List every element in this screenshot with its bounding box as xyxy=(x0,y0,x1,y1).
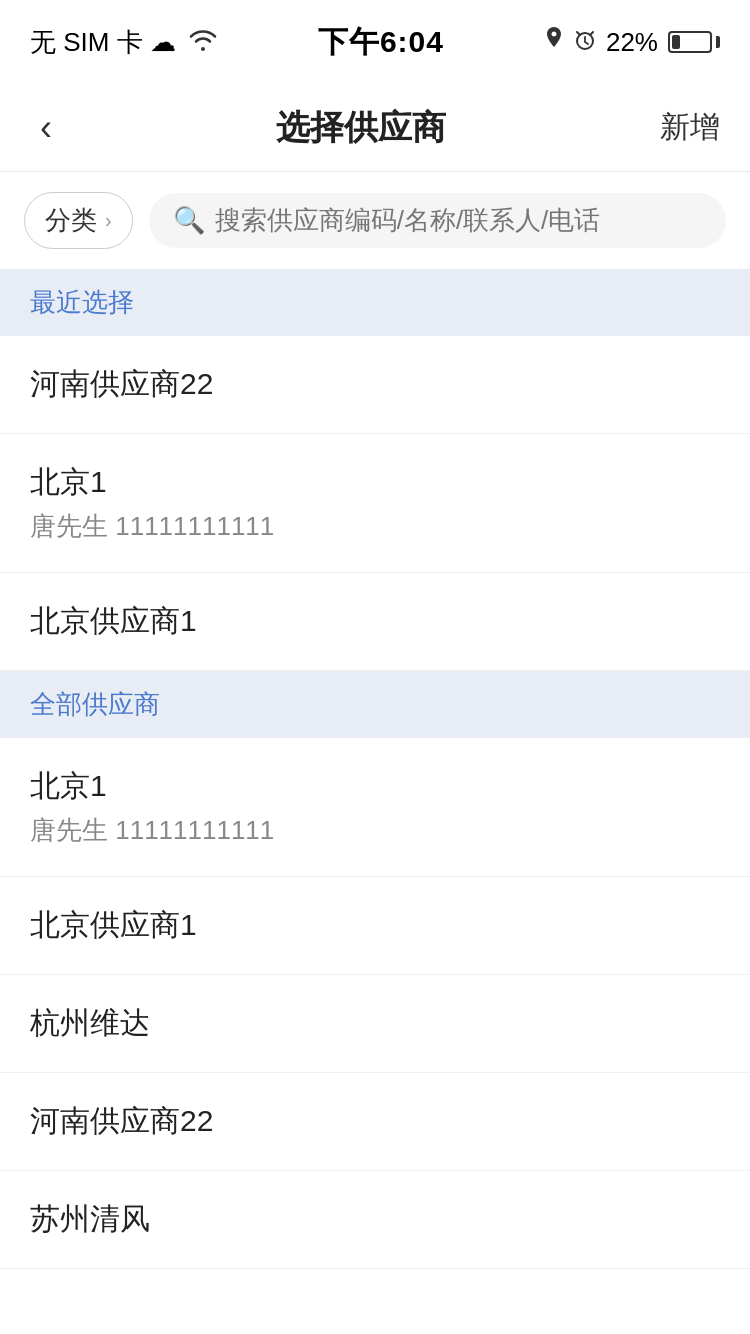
status-time: 下午6:04 xyxy=(318,22,444,63)
list-item[interactable]: 河南供应商22 xyxy=(0,1073,750,1171)
recent-list: 河南供应商22 北京1 唐先生 11111111111 北京供应商1 xyxy=(0,336,750,671)
item-name: 北京供应商1 xyxy=(30,905,720,946)
wifi-icon xyxy=(188,27,218,58)
item-name: 苏州清风 xyxy=(30,1199,720,1240)
recent-section-header: 最近选择 xyxy=(0,269,750,336)
item-name: 河南供应商22 xyxy=(30,364,720,405)
item-name: 北京1 xyxy=(30,766,720,807)
chevron-right-icon: › xyxy=(105,209,112,232)
list-item[interactable]: 河南供应商22 xyxy=(0,336,750,434)
list-item[interactable]: 北京供应商1 xyxy=(0,877,750,975)
page-title: 选择供应商 xyxy=(276,105,446,151)
list-item[interactable]: 苏州清风 xyxy=(0,1171,750,1269)
status-bar: 无 SIM 卡 ☁ 下午6:04 22% xyxy=(0,0,750,84)
add-button[interactable]: 新增 xyxy=(660,107,720,148)
status-right: 22% xyxy=(544,27,720,58)
search-input-wrapper: 🔍 xyxy=(149,193,726,248)
item-name: 杭州维达 xyxy=(30,1003,720,1044)
battery-icon xyxy=(668,31,720,53)
all-list: 北京1 唐先生 11111111111 北京供应商1 杭州维达河南供应商22 苏州清风 xyxy=(0,738,750,1269)
search-icon: 🔍 xyxy=(173,205,205,236)
alarm-icon xyxy=(574,27,596,58)
battery-percent: 22% xyxy=(606,27,658,58)
status-left: 无 SIM 卡 ☁ xyxy=(30,25,218,60)
list-item[interactable]: 北京1 唐先生 11111111111 xyxy=(0,434,750,573)
list-item[interactable]: 北京供应商1 xyxy=(0,573,750,671)
all-section-header: 全部供应商 xyxy=(0,671,750,738)
search-input[interactable] xyxy=(215,205,702,236)
back-button[interactable]: ‹ xyxy=(30,97,62,159)
category-label: 分类 xyxy=(45,203,97,238)
item-name: 北京1 xyxy=(30,462,720,503)
list-item[interactable]: 北京1 唐先生 11111111111 xyxy=(0,738,750,877)
list-item[interactable]: 杭州维达 xyxy=(0,975,750,1073)
category-button[interactable]: 分类 › xyxy=(24,192,133,249)
no-sim-label: 无 SIM 卡 ☁ xyxy=(30,25,176,60)
item-detail: 唐先生 11111111111 xyxy=(30,813,720,848)
nav-bar: ‹ 选择供应商 新增 xyxy=(0,84,750,172)
item-detail: 唐先生 11111111111 xyxy=(30,509,720,544)
item-name: 北京供应商1 xyxy=(30,601,720,642)
item-name: 河南供应商22 xyxy=(30,1101,720,1142)
location-icon xyxy=(544,27,564,58)
search-bar: 分类 › 🔍 xyxy=(0,172,750,269)
